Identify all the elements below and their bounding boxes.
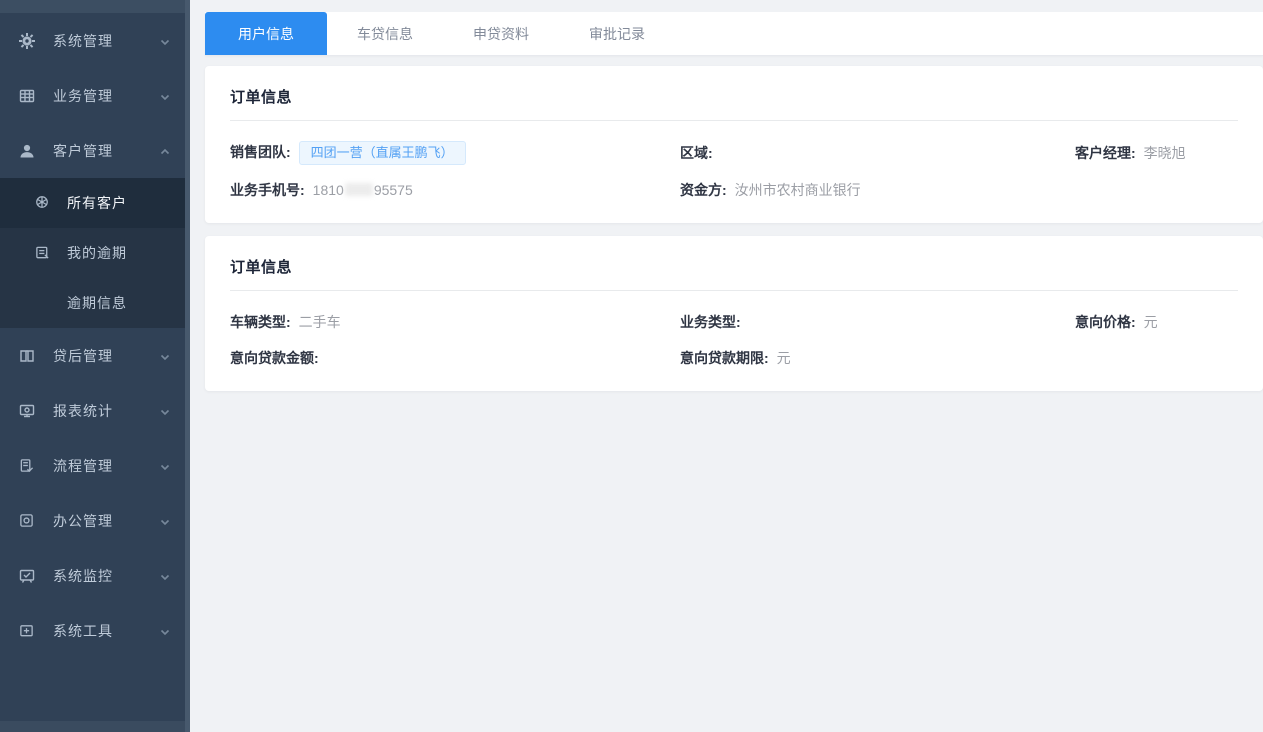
field-value: 二手车 (299, 314, 341, 330)
chevron-down-icon (159, 35, 171, 47)
field-row: 车辆类型: 二手车 业务类型: 意向价格: 元 (230, 311, 1238, 333)
sidebar-item-business-management[interactable]: 业务管理 (0, 68, 185, 123)
field-account-manager: 客户经理: 李晓旭 (1075, 143, 1238, 163)
sidebar-item-all-customers[interactable]: 所有客户 (0, 178, 185, 228)
section-title: 订单信息 (230, 86, 1238, 121)
sidebar-item-label: 系统管理 (53, 31, 159, 51)
field-intended-loan-amount: 意向贷款金额: (230, 348, 680, 368)
clipboard-icon (19, 458, 35, 474)
field-value-redacted: 181095575 (313, 182, 413, 198)
card-section-1: 订单信息车辆类型:二手车业务类型:意向价格:元意向贷款金额:意向贷款期限:元 (205, 236, 1263, 391)
field-business-phone: 业务手机号: 181095575 (230, 180, 680, 200)
sidebar-item-customer-management[interactable]: 客户管理 (0, 123, 185, 178)
gear-icon (19, 33, 35, 49)
sidebar-item-label: 所有客户 (67, 193, 171, 213)
field-label: 意向贷款期限: (680, 350, 769, 366)
chevron-up-icon (159, 145, 171, 157)
sidebar-item-label: 系统工具 (53, 621, 159, 641)
sidebar-top-strip (0, 0, 185, 13)
ledger-icon (35, 245, 51, 261)
sidebar-item-label: 业务管理 (53, 86, 159, 106)
field-business-type: 业务类型: (680, 312, 1075, 332)
user-icon (19, 143, 35, 159)
field-row: 业务手机号: 181095575 资金方: 汝州市农村商业银行 (230, 179, 1238, 201)
field-value: 汝州市农村商业银行 (735, 182, 861, 198)
sidebar-item-process-management[interactable]: 流程管理 (0, 438, 185, 493)
sidebar-item-system-management[interactable]: 系统管理 (0, 13, 185, 68)
sidebar-item-label: 流程管理 (53, 456, 159, 476)
sidebar-item-label: 客户管理 (53, 141, 159, 161)
sidebar-item-label: 系统监控 (53, 566, 159, 586)
chevron-down-icon (159, 90, 171, 102)
field-sales-team: 销售团队: 四团一营（直属王鹏飞） (230, 141, 680, 165)
monitor-check-icon (19, 568, 35, 584)
open-book-icon (19, 348, 35, 364)
chevron-down-icon (159, 625, 171, 637)
sidebar-item-overdue-info[interactable]: 逾期信息 (0, 278, 185, 328)
sidebar: 系统管理业务管理客户管理所有客户我的逾期逾期信息贷后管理报表统计流程管理办公管理… (0, 0, 185, 732)
tab-loan-application-docs[interactable]: 申贷资料 (443, 12, 559, 55)
field-value: 元 (1144, 314, 1158, 330)
chevron-down-icon (159, 570, 171, 582)
card-section-0: 订单信息销售团队: 四团一营（直属王鹏飞） 区域: 客户经理: 李晓旭业务手机号: 181… (205, 66, 1263, 223)
field-label: 意向贷款金额: (230, 350, 319, 366)
chevron-down-icon (159, 350, 171, 362)
field-intended-price: 意向价格: 元 (1075, 312, 1238, 332)
chevron-down-icon (159, 515, 171, 527)
sidebar-menu: 系统管理业务管理客户管理所有客户我的逾期逾期信息贷后管理报表统计流程管理办公管理… (0, 13, 185, 658)
sidebar-item-label: 贷后管理 (53, 346, 159, 366)
section-title: 订单信息 (230, 256, 1238, 291)
wheel-icon (35, 195, 51, 211)
sidebar-item-label: 报表统计 (53, 401, 159, 421)
field-label: 客户经理: (1075, 145, 1136, 161)
field-value: 元 (777, 350, 791, 366)
field-label: 业务手机号: (230, 182, 305, 198)
tab-bar: 用户信息车贷信息申贷资料审批记录 (205, 12, 1263, 56)
field-label: 销售团队: (230, 144, 291, 160)
sidebar-bottom-strip (0, 721, 185, 732)
tab-user-info[interactable]: 用户信息 (205, 12, 327, 55)
app-window: 系统管理业务管理客户管理所有客户我的逾期逾期信息贷后管理报表统计流程管理办公管理… (0, 0, 1263, 732)
field-label: 资金方: (680, 182, 727, 198)
grid-icon (19, 88, 35, 104)
sidebar-item-report-statistics[interactable]: 报表统计 (0, 383, 185, 438)
field-funder: 资金方: 汝州市农村商业银行 (680, 180, 1075, 200)
chevron-down-icon (159, 405, 171, 417)
field-label: 业务类型: (680, 314, 741, 330)
sidebar-item-post-loan-management[interactable]: 贷后管理 (0, 328, 185, 383)
sidebar-item-label: 办公管理 (53, 511, 159, 531)
sidebar-scrollbar[interactable] (185, 0, 190, 732)
sidebar-item-system-tools[interactable]: 系统工具 (0, 603, 185, 658)
redaction-blur (345, 183, 373, 196)
field-row: 销售团队: 四团一营（直属王鹏飞） 区域: 客户经理: 李晓旭 (230, 141, 1238, 165)
monitor-icon (19, 403, 35, 419)
chevron-down-icon (159, 460, 171, 472)
main-content: 用户信息车贷信息申贷资料审批记录 订单信息销售团队:四团一营（直属王鹏飞）区域:… (190, 0, 1263, 732)
box-plus-icon (19, 623, 35, 639)
field-value: 李晓旭 (1144, 145, 1186, 161)
tag-sales-team: 四团一营（直属王鹏飞） (299, 141, 466, 165)
sidebar-item-label: 我的逾期 (67, 243, 171, 263)
sidebar-item-label: 逾期信息 (67, 293, 171, 313)
tab-approval-records[interactable]: 审批记录 (559, 12, 675, 55)
submenu-customer-management: 所有客户我的逾期逾期信息 (0, 178, 185, 328)
field-vehicle-type: 车辆类型: 二手车 (230, 312, 680, 332)
detail-cards: 订单信息销售团队:四团一营（直属王鹏飞）区域:客户经理:李晓旭业务手机号:181… (205, 66, 1263, 391)
field-label: 区域: (680, 145, 713, 161)
field-label: 意向价格: (1075, 314, 1136, 330)
field-intended-loan-term: 意向贷款期限: 元 (680, 348, 1075, 368)
square-circle-icon (19, 513, 35, 529)
field-region: 区域: (680, 143, 1075, 163)
sidebar-item-my-overdue[interactable]: 我的逾期 (0, 228, 185, 278)
field-row: 意向贷款金额: 意向贷款期限: 元 (230, 347, 1238, 369)
sidebar-item-system-monitor[interactable]: 系统监控 (0, 548, 185, 603)
tab-car-loan-info[interactable]: 车贷信息 (327, 12, 443, 55)
field-label: 车辆类型: (230, 314, 291, 330)
sidebar-item-office-management[interactable]: 办公管理 (0, 493, 185, 548)
